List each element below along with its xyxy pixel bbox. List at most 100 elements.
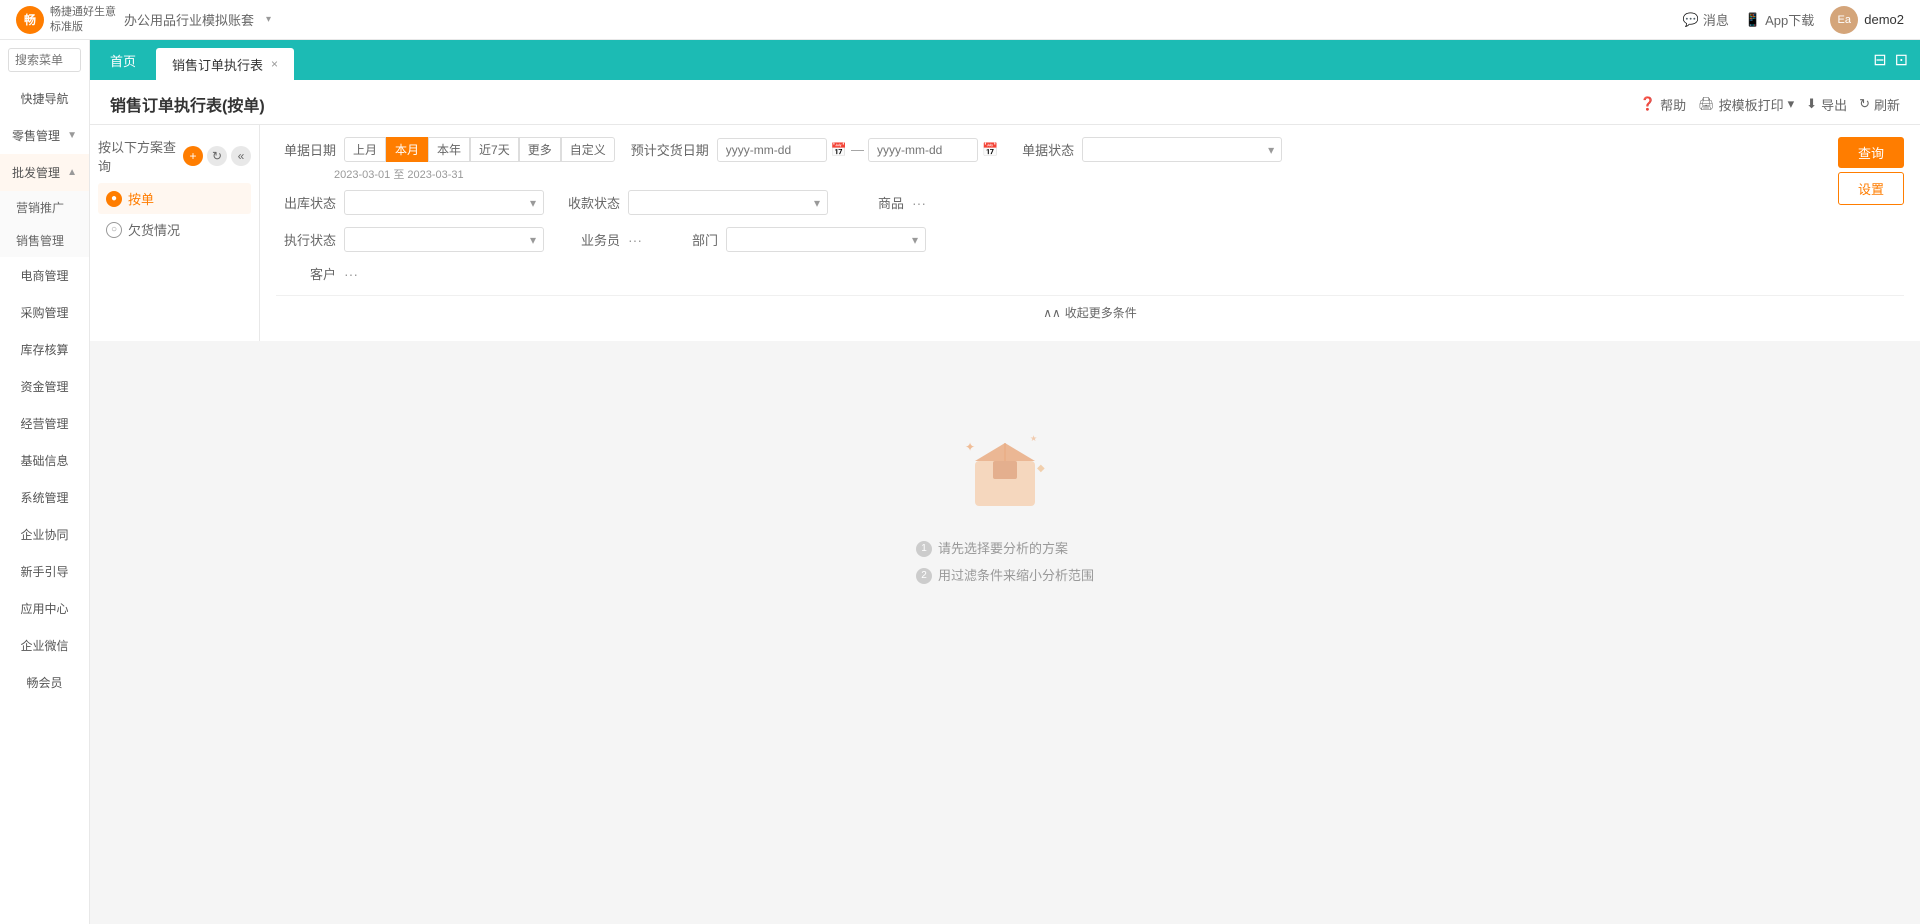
content-area: 首页 销售订单执行表 × ⊟ ⊡ 销售订单执行表(按单) ❓ 帮助 bbox=[90, 40, 1920, 924]
logo-area: 畅 畅捷通好生意 标准版 bbox=[16, 5, 116, 34]
filter-actions: 查询 设置 bbox=[1838, 137, 1904, 205]
sidebar-item-wechat[interactable]: 企业微信 bbox=[0, 627, 89, 664]
sidebar-sub-nav: 营销推广 销售管理 bbox=[0, 191, 89, 257]
search-input[interactable] bbox=[8, 48, 81, 72]
top-bar-right: 💬 消息 📱 App下载 Ea demo2 bbox=[1683, 6, 1904, 34]
tab-bar: 首页 销售订单执行表 × ⊟ ⊡ bbox=[90, 40, 1920, 80]
outbound-status-field: 出库状态 bbox=[276, 190, 544, 215]
tab-bar-actions: ⊟ ⊡ bbox=[1873, 50, 1920, 70]
sidebar-item-purchase[interactable]: 采购管理 bbox=[0, 294, 89, 331]
order-status-select[interactable] bbox=[1082, 137, 1282, 162]
date-tab-prev-month[interactable]: 上月 bbox=[344, 137, 386, 162]
tab-home[interactable]: 首页 bbox=[90, 40, 156, 80]
scheme-item-order[interactable]: ● 按单 bbox=[98, 183, 251, 214]
print-button[interactable]: 🖨 按模板打印 ▾ bbox=[1698, 95, 1794, 114]
product-more-button[interactable]: ··· bbox=[912, 195, 926, 211]
avatar: Ea bbox=[1830, 6, 1858, 34]
logo-text: 畅捷通好生意 标准版 bbox=[50, 5, 116, 34]
sidebar-item-basic-info[interactable]: 基础信息 bbox=[0, 442, 89, 479]
tab-expand-icon[interactable]: ⊡ bbox=[1895, 50, 1908, 70]
exec-status-field: 执行状态 bbox=[276, 227, 544, 252]
help-icon: ❓ bbox=[1640, 96, 1656, 112]
order-status-label: 单据状态 bbox=[1014, 140, 1074, 159]
exec-status-select[interactable] bbox=[344, 227, 544, 252]
user-area[interactable]: Ea demo2 bbox=[1830, 6, 1904, 34]
date-tab-custom[interactable]: 自定义 bbox=[561, 137, 615, 162]
sidebar-item-enterprise[interactable]: 企业协同 bbox=[0, 516, 89, 553]
add-scheme-button[interactable]: + bbox=[183, 146, 203, 166]
dept-select[interactable] bbox=[726, 227, 926, 252]
empty-text: 1 请先选择要分析的方案 2 用过滤条件来缩小分析范围 bbox=[916, 537, 1094, 588]
date-tabs: 上月 本月 本年 近7天 更多 自定义 bbox=[344, 137, 615, 162]
expected-date-start[interactable] bbox=[717, 138, 827, 162]
date-tab-7days[interactable]: 近7天 bbox=[470, 137, 519, 162]
sidebar-item-finance[interactable]: 资金管理 bbox=[0, 368, 89, 405]
sidebar-item-marketing[interactable]: 营销推广 bbox=[0, 191, 89, 224]
sidebar-item-wholesale[interactable]: 批发管理 ▲ bbox=[0, 154, 89, 191]
app-dropdown-icon[interactable]: ▾ bbox=[266, 14, 271, 25]
expected-date-end[interactable] bbox=[868, 138, 978, 162]
sidebar-item-quick-nav[interactable]: 快捷导航 bbox=[0, 80, 89, 117]
date-tab-current-month[interactable]: 本月 bbox=[386, 137, 428, 162]
filter-form: 单据日期 上月 本月 本年 近7天 更多 自定义 bbox=[260, 125, 1920, 341]
page-content: 销售订单执行表(按单) ❓ 帮助 🖨 按模板打印 ▾ ⬇ 导出 bbox=[90, 80, 1920, 924]
exec-status-wrap bbox=[344, 227, 544, 252]
outbound-status-select[interactable] bbox=[344, 190, 544, 215]
salesperson-label: 业务员 bbox=[560, 230, 620, 249]
retail-arrow-icon: ▼ bbox=[67, 130, 77, 141]
sidebar-item-ecommerce[interactable]: 电商管理 bbox=[0, 257, 89, 294]
app-download-button[interactable]: 📱 App下载 bbox=[1745, 10, 1814, 29]
filter-row-2: 出库状态 收款状态 bbox=[276, 190, 1822, 215]
expected-date-field: 预计交货日期 📅 — 📅 bbox=[631, 138, 998, 162]
date-hint: 2023-03-01 至 2023-03-31 bbox=[334, 169, 464, 181]
sidebar-item-app-center[interactable]: 应用中心 bbox=[0, 590, 89, 627]
refresh-icon: ↻ bbox=[1859, 96, 1870, 112]
expected-date-range: 📅 — 📅 bbox=[717, 138, 998, 162]
sidebar-item-sales[interactable]: 销售管理 bbox=[0, 224, 89, 257]
empty-state: ✦ ★ ◆ 1 请先选择要分析的方案 2 用过滤条件来缩小分析范围 bbox=[90, 341, 1920, 668]
sidebar-item-member[interactable]: 畅会员 bbox=[0, 664, 89, 701]
sidebar-item-system[interactable]: 系统管理 bbox=[0, 479, 89, 516]
customer-label: 客户 bbox=[276, 264, 336, 283]
page-header-actions: ❓ 帮助 🖨 按模板打印 ▾ ⬇ 导出 ↻ 刷新 bbox=[1640, 95, 1900, 114]
date-tab-more[interactable]: 更多 bbox=[519, 137, 561, 162]
empty-step-1: 1 请先选择要分析的方案 bbox=[916, 537, 1094, 560]
tab-minimize-icon[interactable]: ⊟ bbox=[1873, 50, 1886, 70]
sidebar-item-retail[interactable]: 零售管理 ▼ bbox=[0, 117, 89, 154]
collapse-scheme-button[interactable]: « bbox=[231, 146, 251, 166]
app-title: 办公用品行业模拟账套 bbox=[124, 10, 254, 29]
customer-field: 客户 ··· bbox=[276, 264, 358, 283]
sidebar-item-operations[interactable]: 经营管理 bbox=[0, 405, 89, 442]
receipt-status-select[interactable] bbox=[628, 190, 828, 215]
svg-text:★: ★ bbox=[1030, 434, 1037, 443]
date-tab-year[interactable]: 本年 bbox=[428, 137, 470, 162]
top-bar: 畅 畅捷通好生意 标准版 办公用品行业模拟账套 ▾ 💬 消息 📱 App下载 E… bbox=[0, 0, 1920, 40]
message-button[interactable]: 💬 消息 bbox=[1683, 10, 1729, 29]
message-icon: 💬 bbox=[1683, 12, 1699, 28]
scheme-item-shortage[interactable]: ○ 欠货情况 bbox=[98, 214, 251, 245]
date-label: 单据日期 bbox=[276, 140, 336, 159]
filter-scheme-icons: + ↻ « bbox=[183, 146, 251, 166]
refresh-scheme-button[interactable]: ↻ bbox=[207, 146, 227, 166]
help-button[interactable]: ❓ 帮助 bbox=[1640, 95, 1686, 114]
dept-wrap bbox=[726, 227, 926, 252]
print-dropdown-icon[interactable]: ▾ bbox=[1788, 96, 1795, 112]
tab-close-button[interactable]: × bbox=[271, 57, 278, 71]
filter-scheme-panel: 按以下方案查询 + ↻ « ● 按单 ○ 欠货情况 bbox=[90, 125, 260, 341]
export-button[interactable]: ⬇ 导出 bbox=[1806, 95, 1847, 114]
collapse-button[interactable]: ∧∧ 收起更多条件 bbox=[1043, 304, 1137, 321]
svg-text:◆: ◆ bbox=[1037, 463, 1045, 474]
page-header: 销售订单执行表(按单) ❓ 帮助 🖨 按模板打印 ▾ ⬇ 导出 bbox=[90, 80, 1920, 125]
logo-icon: 畅 bbox=[16, 6, 44, 34]
refresh-button[interactable]: ↻ 刷新 bbox=[1859, 95, 1900, 114]
print-icon: 🖨 bbox=[1698, 96, 1715, 112]
settings-button[interactable]: 设置 bbox=[1838, 172, 1904, 205]
product-label: 商品 bbox=[844, 193, 904, 212]
sidebar-item-inventory[interactable]: 库存核算 bbox=[0, 331, 89, 368]
customer-more-button[interactable]: ··· bbox=[344, 266, 358, 282]
sidebar-item-guide[interactable]: 新手引导 bbox=[0, 553, 89, 590]
salesperson-more-button[interactable]: ··· bbox=[628, 232, 642, 248]
query-button[interactable]: 查询 bbox=[1838, 137, 1904, 168]
receipt-status-wrap bbox=[628, 190, 828, 215]
tab-sales-order[interactable]: 销售订单执行表 × bbox=[156, 48, 294, 80]
